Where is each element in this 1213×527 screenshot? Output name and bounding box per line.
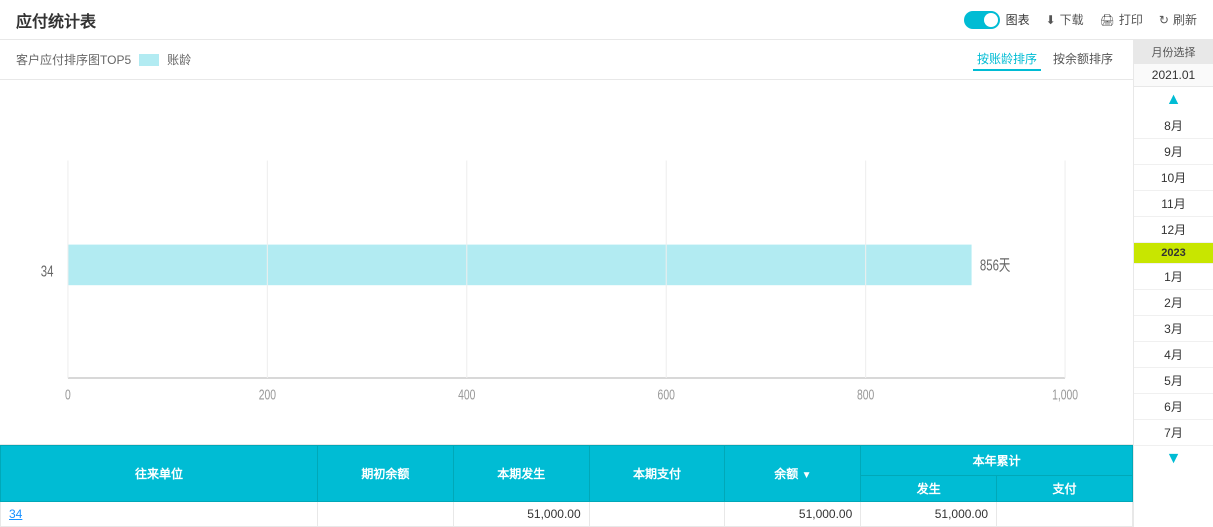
svg-text:856天: 856天 [980, 256, 1011, 274]
data-table: 往来单位 期初余额 本期发生 本期支付 余额 ▼ 本年累计 [0, 445, 1133, 527]
col-opening-header: 期初余额 [317, 446, 453, 502]
refresh-icon: ↻ [1159, 13, 1169, 27]
table-row: 34 51,000.00 51,000.00 51,000.00 [1, 502, 1133, 527]
sidebar-month-7[interactable]: 7月 [1134, 420, 1213, 446]
col-unit-header: 往来单位 [1, 446, 318, 502]
refresh-label: 刷新 [1173, 11, 1197, 28]
chart-area: 客户应付排序图TOP5 账龄 按账龄排序 按余额排序 34 856天 [0, 40, 1133, 527]
cell-current-occur: 51,000.00 [453, 502, 589, 527]
unit-link[interactable]: 34 [9, 507, 22, 521]
legend-label: 账龄 [167, 51, 191, 68]
download-button[interactable]: ⬇ 下载 [1046, 11, 1084, 28]
chart-toggle-group[interactable]: 图表 [964, 11, 1030, 29]
cell-unit: 34 [1, 502, 318, 527]
sidebar-month-2[interactable]: 2月 [1134, 290, 1213, 316]
svg-text:1,000: 1,000 [1052, 387, 1078, 403]
cell-ytd-pay [997, 502, 1133, 527]
table-area: 往来单位 期初余额 本期发生 本期支付 余额 ▼ 本年累计 [0, 444, 1133, 527]
sidebar-month-4[interactable]: 4月 [1134, 342, 1213, 368]
col-ytd-header: 本年累计 [861, 446, 1133, 476]
chart-container: 34 856天 0 200 400 600 800 1,000 [0, 80, 1133, 444]
main-content: 客户应付排序图TOP5 账龄 按账龄排序 按余额排序 34 856天 [0, 40, 1213, 527]
page-title: 应付统计表 [16, 8, 96, 32]
table-header-row-1: 往来单位 期初余额 本期发生 本期支付 余额 ▼ 本年累计 [1, 446, 1133, 476]
sidebar-up-arrow[interactable]: ▲ [1134, 87, 1213, 113]
cell-balance: 51,000.00 [725, 502, 861, 527]
chart-toggle-label: 图表 [1006, 11, 1030, 28]
svg-text:0: 0 [65, 387, 71, 403]
cell-current-pay [589, 502, 725, 527]
legend-box [139, 54, 159, 66]
sidebar-month-10[interactable]: 10月 [1134, 165, 1213, 191]
sidebar-down-arrow[interactable]: ▼ [1134, 446, 1213, 472]
balance-sort-icon[interactable]: ▼ [802, 470, 812, 481]
svg-text:200: 200 [259, 387, 276, 403]
sidebar-month-6[interactable]: 6月 [1134, 394, 1213, 420]
svg-text:400: 400 [458, 387, 475, 403]
chart-header: 客户应付排序图TOP5 账龄 按账龄排序 按余额排序 [0, 40, 1133, 80]
sidebar-month-1[interactable]: 1月 [1134, 264, 1213, 290]
print-icon: 🖨 [1100, 13, 1115, 27]
page-container: 应付统计表 图表 ⬇ 下载 🖨 打印 ↻ 刷新 [0, 0, 1213, 527]
col-current-occur-header: 本期发生 [453, 446, 589, 502]
sidebar: 月份选择 2021.01 ▲ 8月 9月 10月 11月 12月 2023 1月… [1133, 40, 1213, 527]
cell-opening [317, 502, 453, 527]
svg-text:34: 34 [41, 262, 54, 280]
legend-title: 客户应付排序图TOP5 [16, 51, 131, 68]
print-button[interactable]: 🖨 打印 [1100, 11, 1143, 28]
chart-svg: 34 856天 0 200 400 600 800 1,000 [16, 88, 1117, 436]
sidebar-month-8[interactable]: 8月 [1134, 113, 1213, 139]
svg-text:800: 800 [857, 387, 874, 403]
table-body: 34 51,000.00 51,000.00 51,000.00 [1, 502, 1133, 527]
col-balance-header: 余额 ▼ [725, 446, 861, 502]
download-label: 下载 [1060, 11, 1084, 28]
sidebar-title: 月份选择 [1134, 40, 1213, 64]
header-actions: 图表 ⬇ 下载 🖨 打印 ↻ 刷新 [964, 11, 1197, 29]
col-ytd-occur-header: 发生 [861, 476, 997, 502]
sidebar-month-3[interactable]: 3月 [1134, 316, 1213, 342]
download-icon: ⬇ [1046, 13, 1056, 27]
chart-toggle-switch[interactable] [964, 11, 1000, 29]
header: 应付统计表 图表 ⬇ 下载 🖨 打印 ↻ 刷新 [0, 0, 1213, 40]
sidebar-year-marker-2023[interactable]: 2023 [1134, 243, 1213, 264]
sort-by-balance-button[interactable]: 按余额排序 [1049, 48, 1117, 71]
chart-sort-buttons: 按账龄排序 按余额排序 [973, 48, 1117, 71]
table-wrapper: 往来单位 期初余额 本期发生 本期支付 余额 ▼ 本年累计 [0, 445, 1133, 527]
refresh-button[interactable]: ↻ 刷新 [1159, 11, 1197, 28]
sidebar-month-12[interactable]: 12月 [1134, 217, 1213, 243]
print-label: 打印 [1119, 11, 1143, 28]
sidebar-year-input[interactable]: 2021.01 [1134, 64, 1213, 87]
sidebar-month-9[interactable]: 9月 [1134, 139, 1213, 165]
chart-legend: 客户应付排序图TOP5 账龄 [16, 51, 191, 68]
svg-text:600: 600 [658, 387, 675, 403]
sort-by-age-button[interactable]: 按账龄排序 [973, 48, 1041, 71]
col-ytd-pay-header: 支付 [997, 476, 1133, 502]
cell-ytd-occur: 51,000.00 [861, 502, 997, 527]
col-current-pay-header: 本期支付 [589, 446, 725, 502]
sidebar-month-5[interactable]: 5月 [1134, 368, 1213, 394]
sidebar-month-11[interactable]: 11月 [1134, 191, 1213, 217]
